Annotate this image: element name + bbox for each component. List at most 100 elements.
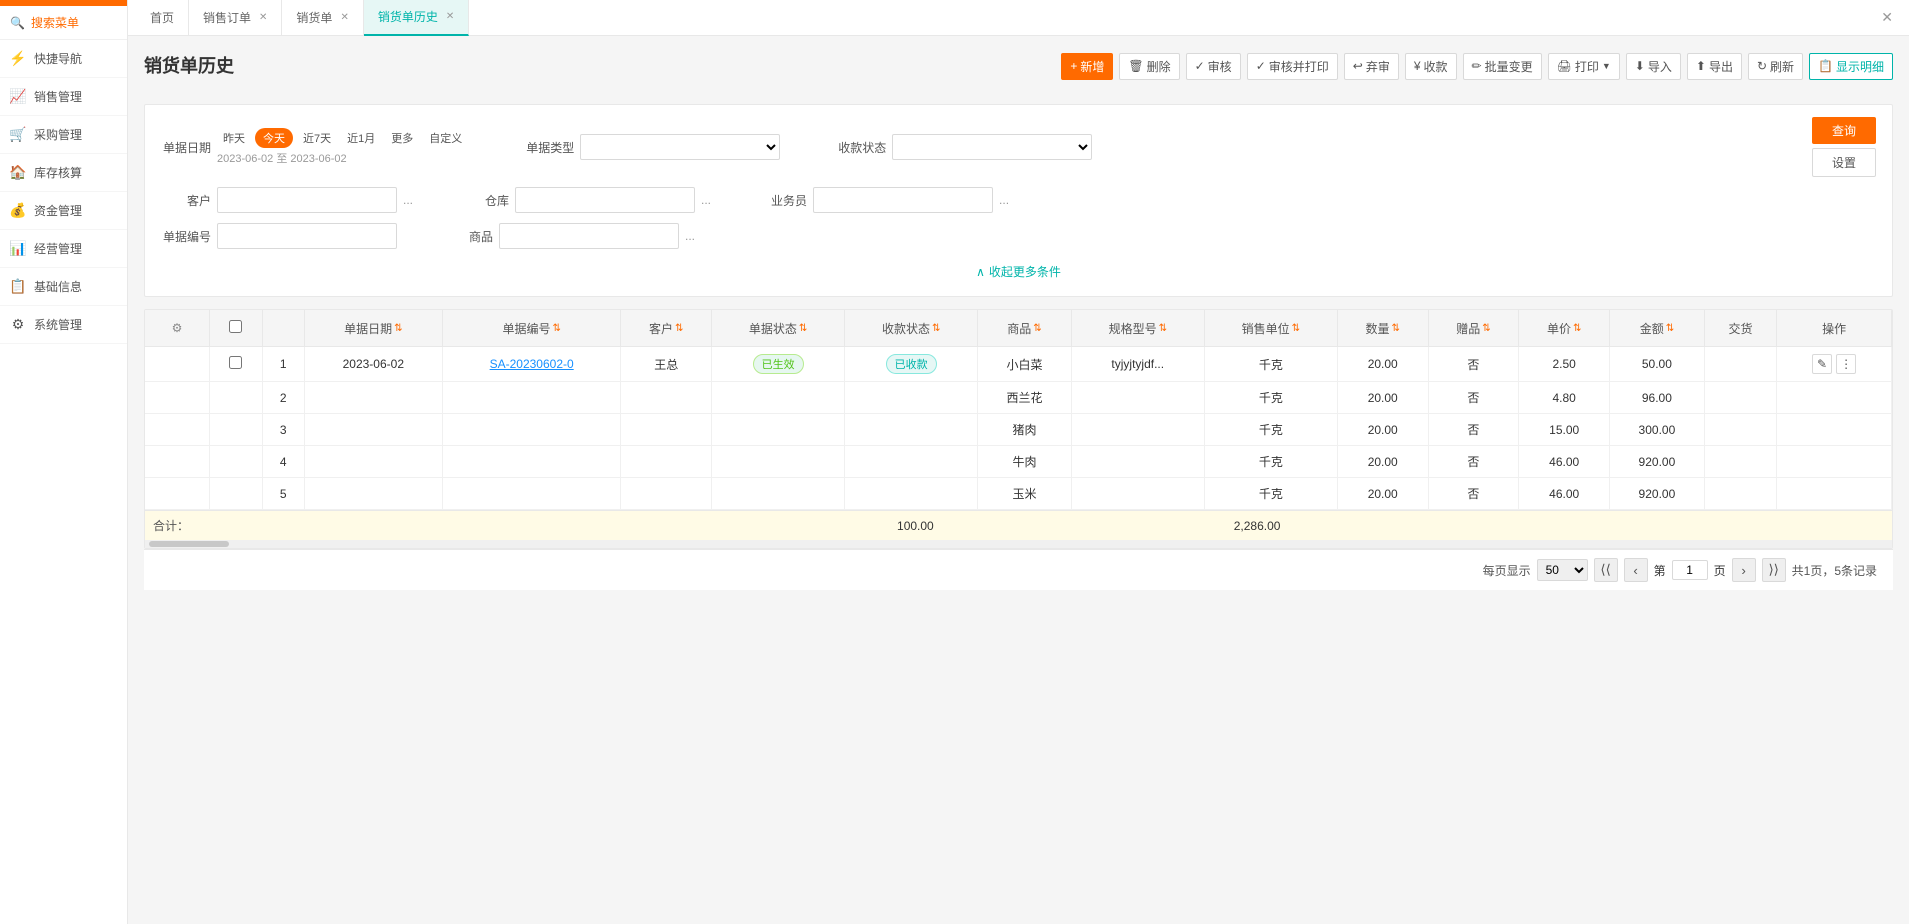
- collapse-btn[interactable]: ∧ 收起更多条件: [161, 259, 1876, 284]
- cell-checkbox[interactable]: [209, 347, 262, 382]
- th-customer[interactable]: 客户 ⇅: [621, 310, 712, 347]
- warehouse-ellipsis[interactable]: ...: [701, 193, 711, 207]
- cell-operation[interactable]: [1777, 414, 1892, 446]
- settings-icon[interactable]: ⚙: [167, 318, 187, 338]
- sidebar-item-operations-mgmt[interactable]: 📊 经营管理: [0, 230, 127, 268]
- tab-sales-order[interactable]: 销售订单 ✕: [189, 0, 282, 36]
- doc-no-input[interactable]: [217, 223, 397, 249]
- cell-doc-no[interactable]: [442, 382, 620, 414]
- sidebar-item-finance-mgmt[interactable]: 💰 资金管理: [0, 192, 127, 230]
- th-payment-status[interactable]: 收款状态 ⇅: [845, 310, 978, 347]
- settings-button[interactable]: 设置: [1812, 148, 1876, 177]
- tab-home[interactable]: 首页: [136, 0, 189, 36]
- warehouse-input[interactable]: [515, 187, 695, 213]
- date-7days-btn[interactable]: 近7天: [297, 128, 337, 148]
- customer-input[interactable]: [217, 187, 397, 213]
- close-icon[interactable]: ✕: [340, 12, 348, 23]
- more-op-button[interactable]: ⋮: [1836, 354, 1856, 374]
- th-spec[interactable]: 规格型号 ⇅: [1071, 310, 1204, 347]
- query-button[interactable]: 查询: [1812, 117, 1876, 144]
- salesperson-ellipsis[interactable]: ...: [999, 193, 1009, 207]
- refresh-button[interactable]: ↻ 刷新: [1748, 53, 1803, 80]
- per-page-select[interactable]: 50 100: [1537, 559, 1588, 581]
- audit-print-button[interactable]: ✓ 审核并打印: [1247, 53, 1338, 80]
- cell-operation[interactable]: [1777, 382, 1892, 414]
- doc-no-link[interactable]: SA-20230602-0: [490, 357, 574, 371]
- cell-doc-no[interactable]: [442, 414, 620, 446]
- cell-checkbox[interactable]: [209, 478, 262, 510]
- cell-operation[interactable]: ✎⋮: [1777, 347, 1892, 382]
- row-checkbox[interactable]: [229, 356, 242, 369]
- analytics-icon: 📊: [10, 241, 26, 257]
- sidebar-search-label: 搜索菜单: [31, 14, 79, 31]
- th-qty[interactable]: 数量 ⇅: [1337, 310, 1428, 347]
- date-today-btn[interactable]: 今天: [255, 128, 293, 148]
- edit-op-button[interactable]: ✎: [1812, 354, 1832, 374]
- abandon-button[interactable]: ↩ 弃审: [1344, 53, 1399, 80]
- tab-sales-delivery[interactable]: 销货单 ✕: [282, 0, 363, 36]
- th-doc-date[interactable]: 单据日期 ⇅: [304, 310, 442, 347]
- abandon-label: 弃审: [1366, 58, 1390, 75]
- customer-ellipsis[interactable]: ...: [403, 193, 413, 207]
- window-close-icon[interactable]: ✕: [1873, 9, 1901, 26]
- salesperson-input[interactable]: [813, 187, 993, 213]
- sidebar-item-search-menu[interactable]: 🔍 搜索菜单: [0, 6, 127, 40]
- th-doc-status[interactable]: 单据状态 ⇅: [712, 310, 845, 347]
- th-doc-no[interactable]: 单据编号 ⇅: [442, 310, 620, 347]
- qty-header: 数量: [1366, 320, 1390, 337]
- audit-button[interactable]: ✓ 审核: [1186, 53, 1241, 80]
- page-input[interactable]: [1672, 560, 1708, 580]
- batch-change-button[interactable]: ✏ 批量变更: [1463, 53, 1542, 80]
- sidebar-item-sales-mgmt[interactable]: 📈 销售管理: [0, 78, 127, 116]
- th-unit-price[interactable]: 单价 ⇅: [1519, 310, 1610, 347]
- close-icon[interactable]: ✕: [259, 12, 267, 23]
- th-unit[interactable]: 销售单位 ⇅: [1204, 310, 1337, 347]
- next-page-button[interactable]: ›: [1732, 558, 1756, 582]
- cell-qty: 20.00: [1337, 414, 1428, 446]
- cell-doc-no[interactable]: [442, 446, 620, 478]
- th-product[interactable]: 商品 ⇅: [978, 310, 1072, 347]
- date-more-btn[interactable]: 更多: [385, 128, 419, 148]
- cell-operation[interactable]: [1777, 446, 1892, 478]
- cell-doc-no[interactable]: SA-20230602-0: [442, 347, 620, 382]
- cell-checkbox[interactable]: [209, 414, 262, 446]
- sidebar-item-basic-info[interactable]: 📋 基础信息: [0, 268, 127, 306]
- th-checkbox[interactable]: [209, 310, 262, 347]
- th-gift[interactable]: 赠品 ⇅: [1428, 310, 1519, 347]
- product-ellipsis[interactable]: ...: [685, 229, 695, 243]
- import-button[interactable]: ⬇ 导入: [1626, 53, 1681, 80]
- scrollbar-thumb[interactable]: [149, 541, 229, 547]
- cell-doc-no[interactable]: [442, 478, 620, 510]
- cell-operation[interactable]: [1777, 478, 1892, 510]
- select-all-checkbox[interactable]: [229, 320, 242, 333]
- table-row: 5玉米千克20.00否46.00920.00: [145, 478, 1892, 510]
- cell-payment-status: 已收款: [845, 347, 978, 382]
- last-page-button[interactable]: ⟩⟩: [1762, 558, 1786, 582]
- show-detail-button[interactable]: 📋 显示明细: [1809, 53, 1893, 80]
- new-button[interactable]: + 新增: [1061, 53, 1113, 80]
- date-custom-btn[interactable]: 自定义: [423, 128, 468, 148]
- sidebar-item-purchase-mgmt[interactable]: 🛒 采购管理: [0, 116, 127, 154]
- cell-checkbox[interactable]: [209, 382, 262, 414]
- first-page-button[interactable]: ⟨⟨: [1594, 558, 1618, 582]
- date-yesterday-btn[interactable]: 昨天: [217, 128, 251, 148]
- sidebar-item-system-mgmt[interactable]: ⚙ 系统管理: [0, 306, 127, 344]
- tab-sales-history[interactable]: 销货单历史 ✕: [364, 0, 469, 36]
- sidebar-item-inventory[interactable]: 🏠 库存核算: [0, 154, 127, 192]
- product-input[interactable]: [499, 223, 679, 249]
- date-1month-btn[interactable]: 近1月: [341, 128, 381, 148]
- cell-checkbox[interactable]: [209, 446, 262, 478]
- sidebar-item-quick-nav[interactable]: ⚡ 快捷导航: [0, 40, 127, 78]
- delete-button[interactable]: 🗑 删除: [1119, 53, 1179, 80]
- doc-type-select[interactable]: [580, 134, 780, 160]
- horizontal-scrollbar[interactable]: [145, 540, 1892, 548]
- print-button[interactable]: 🖨 打印 ▼: [1548, 53, 1620, 80]
- payment-status-select[interactable]: [892, 134, 1092, 160]
- export-button[interactable]: ⬆ 导出: [1687, 53, 1742, 80]
- th-amount[interactable]: 金额 ⇅: [1610, 310, 1705, 347]
- prev-page-button[interactable]: ‹: [1624, 558, 1648, 582]
- table-row: 3猪肉千克20.00否15.00300.00: [145, 414, 1892, 446]
- close-icon[interactable]: ✕: [446, 11, 454, 22]
- th-settings[interactable]: ⚙: [145, 310, 209, 347]
- receive-button[interactable]: ¥ 收款: [1405, 53, 1457, 80]
